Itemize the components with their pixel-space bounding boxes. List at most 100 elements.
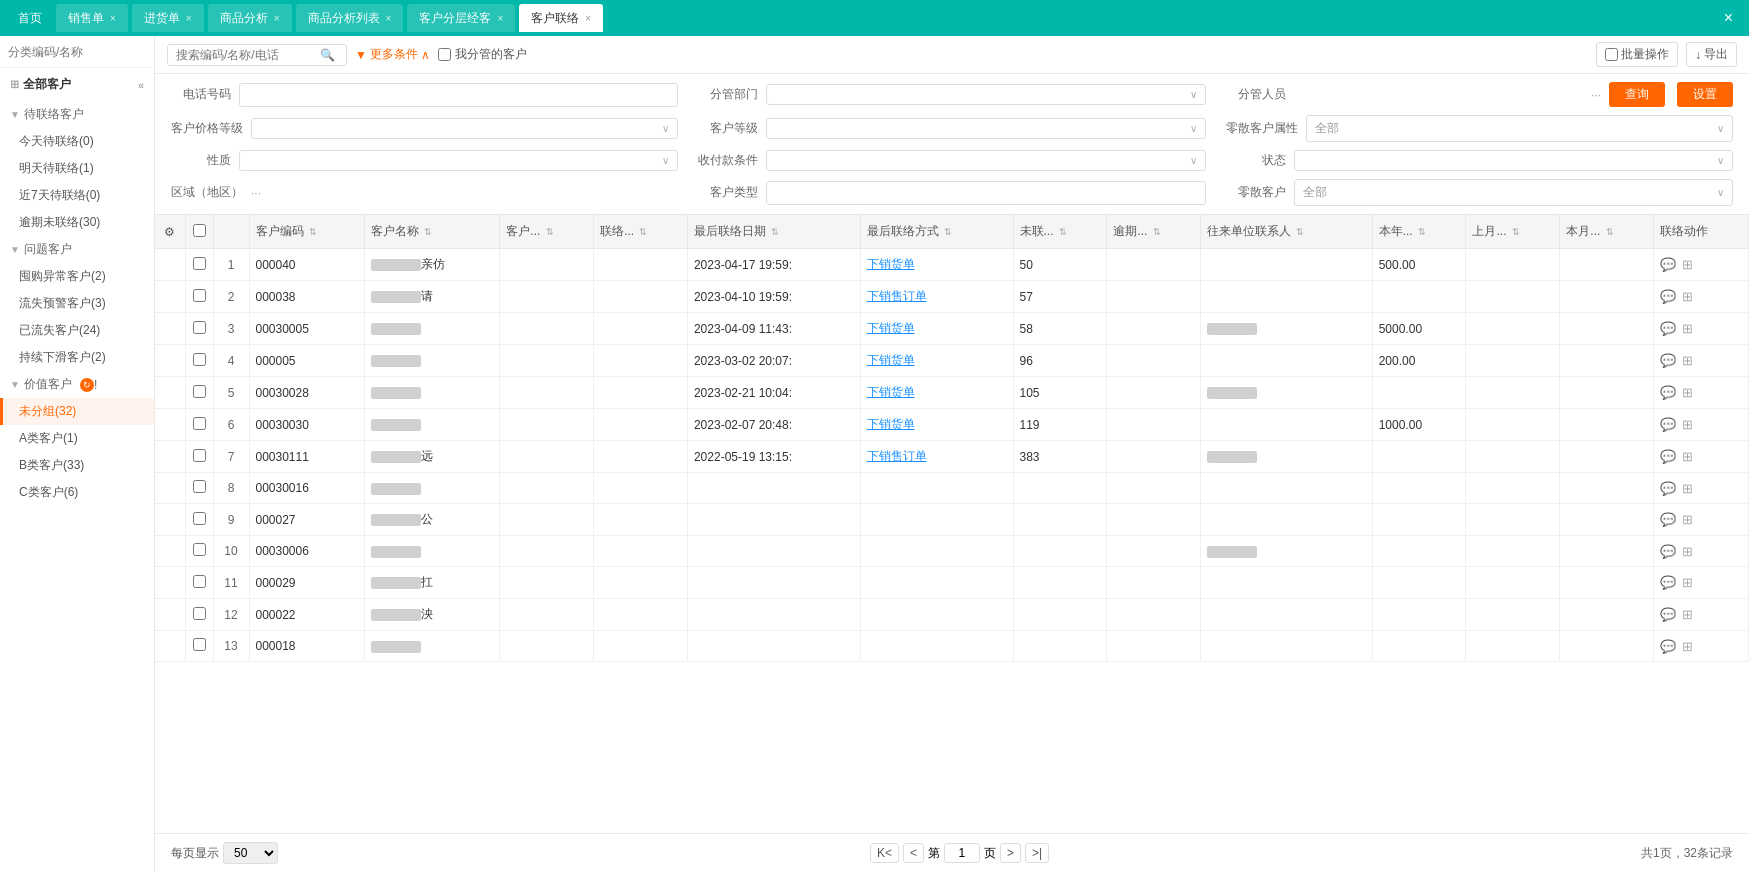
type-col-header[interactable]: 客户... ⇅ (500, 215, 594, 249)
grid-action-icon[interactable]: ⊞ (1682, 481, 1693, 496)
sidebar-item-declining[interactable]: 持续下滑客户(2) (0, 344, 154, 371)
message-icon[interactable]: 💬 (1660, 257, 1676, 272)
row-checkbox[interactable] (185, 409, 213, 441)
name-col-header[interactable]: 客户名称 ⇅ (365, 215, 500, 249)
more-conditions-btn[interactable]: ▼ 更多条件 ∧ (355, 46, 430, 63)
phone-input[interactable] (239, 83, 678, 107)
region-dots[interactable]: ··· (251, 186, 261, 200)
grid-action-icon[interactable]: ⊞ (1682, 353, 1693, 368)
row-check[interactable] (193, 543, 206, 556)
message-icon[interactable]: 💬 (1660, 449, 1676, 464)
row-checkbox[interactable] (185, 281, 213, 313)
my-customers-check[interactable] (438, 48, 451, 61)
next-page-button[interactable]: > (1000, 843, 1021, 863)
row-check[interactable] (193, 353, 206, 366)
row-checkbox[interactable] (185, 536, 213, 567)
row-check[interactable] (193, 449, 206, 462)
last-method-link[interactable]: 下销货单 (867, 385, 915, 399)
sidebar-item-type-b[interactable]: B类客户(33) (0, 452, 154, 479)
row-check[interactable] (193, 638, 206, 651)
tab-customer-contact[interactable]: 客户联络 × (519, 4, 603, 32)
message-icon[interactable]: 💬 (1660, 385, 1676, 400)
row-checkbox[interactable] (185, 377, 213, 409)
tab-sales[interactable]: 销售单 × (56, 4, 128, 32)
row-checkbox[interactable] (185, 599, 213, 631)
row-checkbox[interactable] (185, 504, 213, 536)
page-size-dropdown[interactable]: 50 100 200 (223, 842, 278, 864)
sidebar-item-overdue[interactable]: 逾期未联络(30) (0, 209, 154, 236)
all-customers-header[interactable]: ⊞ 全部客户 « (0, 68, 154, 101)
status-select[interactable]: ∨ (1294, 150, 1733, 171)
main-search-input[interactable] (176, 48, 316, 62)
row-checkbox[interactable] (185, 567, 213, 599)
last-date-col-header[interactable]: 最后联络日期 ⇅ (687, 215, 860, 249)
sidebar-item-ungrouped[interactable]: 未分组(32) (0, 398, 154, 425)
sidebar-item-today[interactable]: 今天待联络(0) (0, 128, 154, 155)
batch-ops-button[interactable]: 批量操作 (1596, 42, 1678, 67)
this-year-col-header[interactable]: 本年... ⇅ (1372, 215, 1466, 249)
message-icon[interactable]: 💬 (1660, 544, 1676, 559)
sidebar-item-abnormal[interactable]: 囤购异常客户(2) (0, 263, 154, 290)
section-problem-customers[interactable]: ▼ 问题客户 (0, 236, 154, 263)
grid-action-icon[interactable]: ⊞ (1682, 575, 1693, 590)
code-col-header[interactable]: 客户编码 ⇅ (249, 215, 365, 249)
tab-analysis[interactable]: 商品分析 × (208, 4, 292, 32)
grid-action-icon[interactable]: ⊞ (1682, 544, 1693, 559)
this-month-col-header[interactable]: 本月... ⇅ (1560, 215, 1654, 249)
last-method-link[interactable]: 下销货单 (867, 417, 915, 431)
last-month-col-header[interactable]: 上月... ⇅ (1466, 215, 1560, 249)
close-icon[interactable]: × (585, 13, 591, 24)
select-all-checkbox[interactable] (193, 224, 206, 237)
tab-analysis-list[interactable]: 商品分析列表 × (296, 4, 404, 32)
row-last-method[interactable]: 下销货单 (860, 377, 1013, 409)
nature-select[interactable]: ∨ (239, 150, 678, 171)
check-col-header[interactable] (185, 215, 213, 249)
category-search-input[interactable] (8, 45, 155, 59)
section-pending-contact[interactable]: ▼ 待联络客户 (0, 101, 154, 128)
sidebar-item-type-a[interactable]: A类客户(1) (0, 425, 154, 452)
sidebar-item-type-c[interactable]: C类客户(6) (0, 479, 154, 506)
grid-action-icon[interactable]: ⊞ (1682, 639, 1693, 654)
person-dots[interactable]: ··· (1591, 88, 1601, 102)
grid-action-icon[interactable]: ⊞ (1682, 289, 1693, 304)
row-check[interactable] (193, 607, 206, 620)
last-method-link[interactable]: 下销货单 (867, 321, 915, 335)
first-page-button[interactable]: K< (870, 843, 899, 863)
sidebar-item-churned[interactable]: 已流失客户(24) (0, 317, 154, 344)
message-icon[interactable]: 💬 (1660, 353, 1676, 368)
row-check[interactable] (193, 385, 206, 398)
sidebar-item-tomorrow[interactable]: 明天待联络(1) (0, 155, 154, 182)
row-check[interactable] (193, 575, 206, 588)
not-contact-col-header[interactable]: 未联... ⇅ (1013, 215, 1107, 249)
row-last-method[interactable]: 下销售订单 (860, 281, 1013, 313)
settings-col-header[interactable]: ⚙ (155, 215, 185, 249)
contact-col-header[interactable]: 联络... ⇅ (594, 215, 688, 249)
row-check[interactable] (193, 417, 206, 430)
message-icon[interactable]: 💬 (1660, 639, 1676, 654)
tab-customer-segment[interactable]: 客户分层经客 × (407, 4, 515, 32)
grid-action-icon[interactable]: ⊞ (1682, 449, 1693, 464)
search-button[interactable]: 查询 (1609, 82, 1665, 107)
reset-button[interactable]: 设置 (1677, 82, 1733, 107)
my-customers-checkbox[interactable]: 我分管的客户 (438, 46, 527, 63)
row-last-method[interactable]: 下销货单 (860, 249, 1013, 281)
grid-action-icon[interactable]: ⊞ (1682, 512, 1693, 527)
close-icon[interactable]: × (274, 13, 280, 24)
price-level-select[interactable]: ∨ (251, 118, 678, 139)
grid-action-icon[interactable]: ⊞ (1682, 417, 1693, 432)
row-checkbox[interactable] (185, 631, 213, 662)
window-close-button[interactable]: × (1716, 9, 1741, 27)
row-last-method[interactable]: 下销货单 (860, 409, 1013, 441)
close-icon[interactable]: × (110, 13, 116, 24)
message-icon[interactable]: 💬 (1660, 417, 1676, 432)
page-number-input[interactable] (944, 843, 980, 863)
grid-action-icon[interactable]: ⊞ (1682, 607, 1693, 622)
row-check[interactable] (193, 289, 206, 302)
row-checkbox[interactable] (185, 313, 213, 345)
grid-action-icon[interactable]: ⊞ (1682, 321, 1693, 336)
row-checkbox[interactable] (185, 441, 213, 473)
overdue-col-header[interactable]: 逾期... ⇅ (1107, 215, 1201, 249)
search-icon[interactable]: 🔍 (320, 48, 335, 62)
close-icon[interactable]: × (386, 13, 392, 24)
row-check[interactable] (193, 257, 206, 270)
